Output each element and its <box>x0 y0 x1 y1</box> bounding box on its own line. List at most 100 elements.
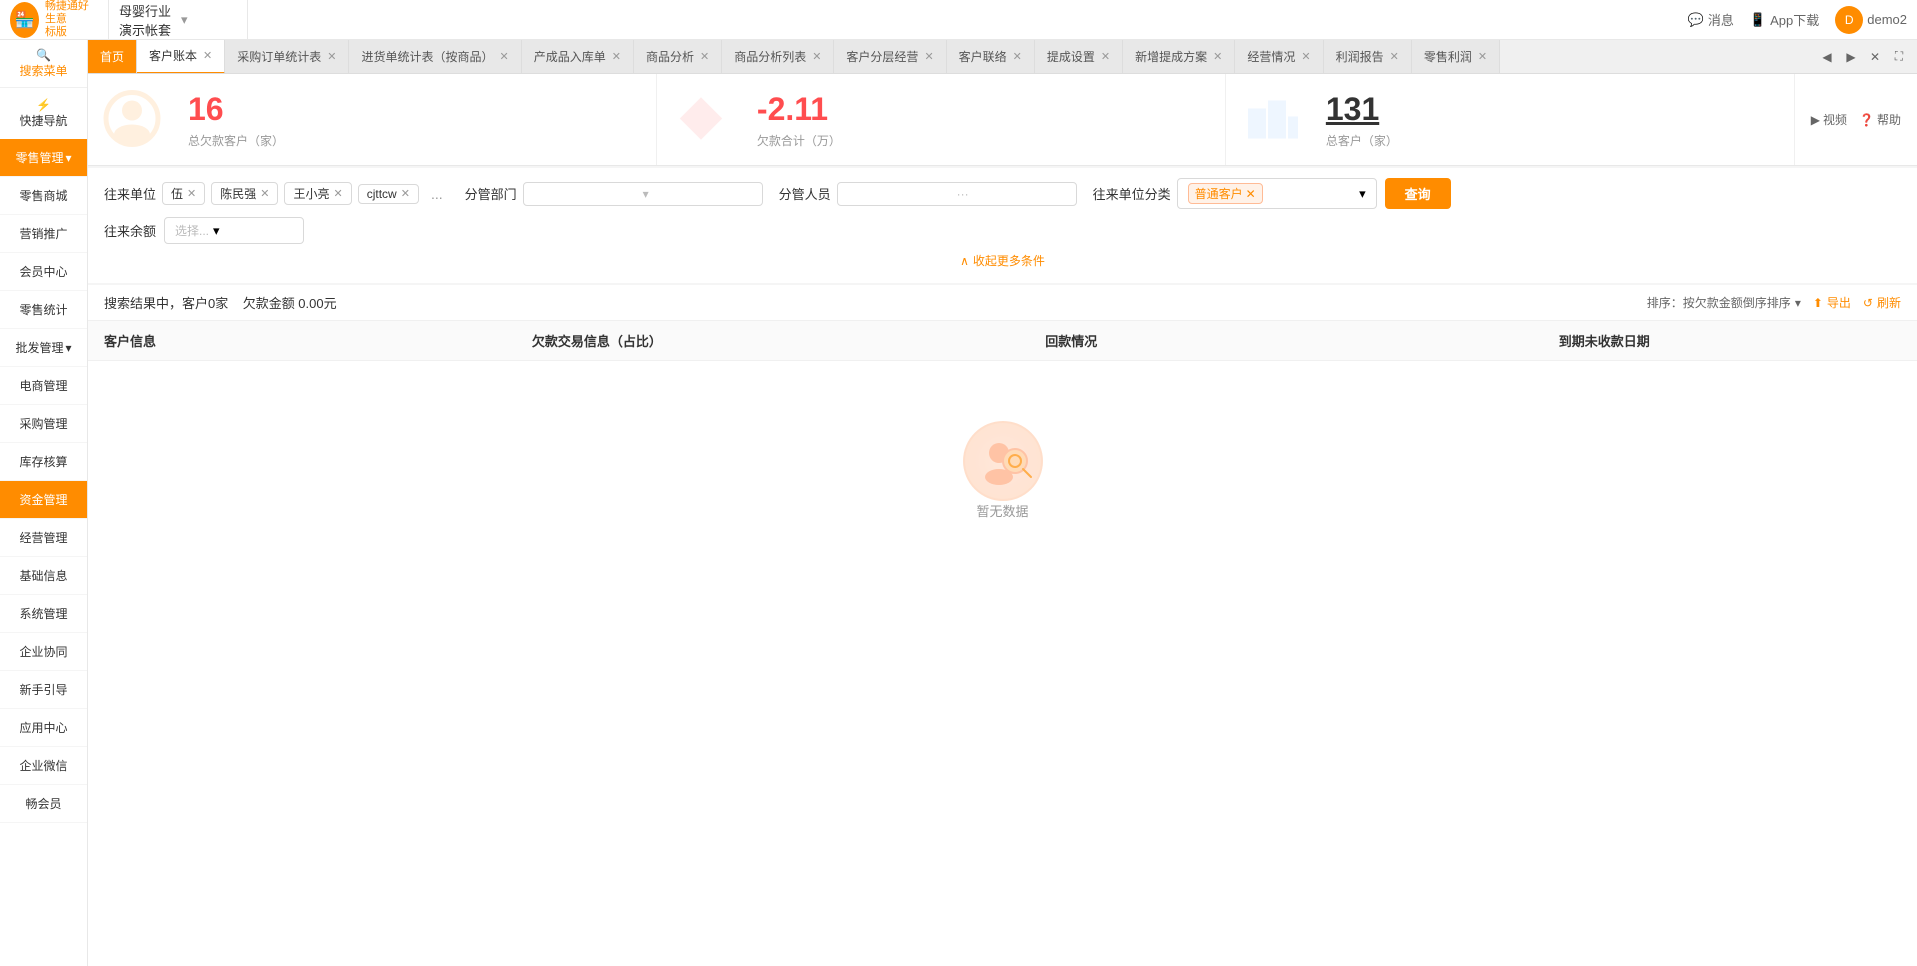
results-actions: 排序：按欠款金额倒序排序 ▾ ⬆ 导出 ↺ 刷新 <box>1647 294 1901 311</box>
tab-product-analysis-list[interactable]: 商品分析列表 ✕ <box>722 40 834 74</box>
tab-close-retail-profit[interactable]: ✕ <box>1478 50 1487 63</box>
sort-button[interactable]: 排序：按欠款金额倒序排序 ▾ <box>1647 294 1801 311</box>
filter-more-tags[interactable]: ... <box>425 184 449 204</box>
tab-retail-profit[interactable]: 零售利润 ✕ <box>1412 40 1500 74</box>
branch-dept-filter: 分管部门 ▾ <box>465 182 763 206</box>
remove-tag-wang[interactable]: ✕ <box>334 187 343 200</box>
tab-product-analysis[interactable]: 商品分析 ✕ <box>634 40 722 74</box>
branch-dept-select[interactable]: ▾ <box>523 182 763 206</box>
help-button[interactable]: ❓ 帮助 <box>1859 111 1901 128</box>
mobile-icon: 📱 <box>1750 12 1766 28</box>
filter-row-2: 往来余额 选择... ▾ <box>104 217 1901 244</box>
filter-tag-cjttcw: cjttcw ✕ <box>358 184 419 204</box>
sidebar-quick-nav[interactable]: ⚡ 快捷导航 <box>0 88 87 139</box>
sidebar: 🔍 搜索菜单 ⚡ 快捷导航 零售管理 ▾ 零售商城 营销推广 会员中心 零售统计… <box>0 40 88 966</box>
sidebar-item-retail-mall[interactable]: 零售商城 <box>0 177 87 215</box>
tab-add-raise[interactable]: 新增提成方案 ✕ <box>1123 40 1235 74</box>
store-selector[interactable]: 母婴行业演示帐套 ▾ <box>108 0 248 44</box>
tab-close-business-status[interactable]: ✕ <box>1301 50 1310 63</box>
tab-customer-layer[interactable]: 客户分层经营 ✕ <box>834 40 946 74</box>
tab-inbound-stats[interactable]: 进货单统计表（按商品） ✕ <box>349 40 521 74</box>
table-header: 客户信息 欠款交易信息（占比） 回款情况 到期未收款日期 <box>88 321 1917 361</box>
sidebar-item-wholesale-mgmt[interactable]: 批发管理 ▾ <box>0 329 87 367</box>
branch-person-select[interactable]: ··· <box>837 182 1077 206</box>
tab-close-product-inbound[interactable]: ✕ <box>612 50 621 63</box>
page-content: 16 总欠款客户（家） ✕ -2.11 欠款合计（万） <box>88 74 1917 966</box>
tab-close-customer-contact[interactable]: ✕ <box>1013 50 1022 63</box>
sidebar-item-inventory[interactable]: 库存核算 <box>0 443 87 481</box>
export-button[interactable]: ⬆ 导出 <box>1813 294 1851 311</box>
tab-close-raise-settings[interactable]: ✕ <box>1101 50 1110 63</box>
top-header: 🏪 畅捷通好生意 标版 母婴行业演示帐套 ▾ 💬 消息 📱 App下载 D de… <box>0 0 1917 40</box>
sidebar-item-new-guide[interactable]: 新手引导 <box>0 671 87 709</box>
remove-category-tag[interactable]: ✕ <box>1246 187 1256 201</box>
partner-unit-filter: 往来单位 伍 ✕ 陈民强 ✕ 王小亮 ✕ <box>104 182 449 205</box>
sidebar-item-marketing[interactable]: 营销推广 <box>0 215 87 253</box>
sidebar-item-operations[interactable]: 经营管理 <box>0 519 87 557</box>
sidebar-item-app-center[interactable]: 应用中心 <box>0 709 87 747</box>
app-download-button[interactable]: 📱 App下载 <box>1750 10 1819 29</box>
tab-home[interactable]: 首页 <box>88 40 137 74</box>
tab-expand-button[interactable]: ⛶ <box>1889 47 1909 67</box>
tab-customer-contact[interactable]: 客户联络 ✕ <box>947 40 1035 74</box>
data-table: 客户信息 欠款交易信息（占比） 回款情况 到期未收款日期 <box>88 321 1917 966</box>
remove-tag-wu[interactable]: ✕ <box>187 187 196 200</box>
sidebar-item-sys-mgmt[interactable]: 系统管理 <box>0 595 87 633</box>
chevron-down-icon: ▾ <box>213 223 220 239</box>
tab-business-status[interactable]: 经营情况 ✕ <box>1235 40 1323 74</box>
svg-text:✕: ✕ <box>693 106 708 126</box>
tab-close-product-analysis-list[interactable]: ✕ <box>812 50 821 63</box>
remove-tag-chen[interactable]: ✕ <box>260 187 269 200</box>
partner-category-select[interactable]: 普通客户 ✕ ▾ <box>1177 178 1377 209</box>
sidebar-item-enterprise-wechat[interactable]: 企业微信 <box>0 747 87 785</box>
tab-next-button[interactable]: ▶ <box>1841 47 1861 67</box>
tab-prev-button[interactable]: ◀ <box>1817 47 1837 67</box>
tab-close-all-button[interactable]: ✕ <box>1865 47 1885 67</box>
user-menu[interactable]: D demo2 <box>1835 6 1907 34</box>
balance-select[interactable]: 选择... ▾ <box>164 217 304 244</box>
tab-customer-accounts[interactable]: 客户账本 ✕ <box>137 40 225 74</box>
collapse-button[interactable]: ∧ 收起更多条件 <box>948 248 1057 273</box>
stat-total-debt: ✕ -2.11 欠款合计（万） <box>657 74 1226 165</box>
filter-tag-wu: 伍 ✕ <box>162 182 205 205</box>
message-button[interactable]: 💬 消息 <box>1688 10 1734 29</box>
tab-close-product-analysis[interactable]: ✕ <box>700 50 709 63</box>
more-options-icon[interactable]: ··· <box>953 187 1066 201</box>
tab-profit-report[interactable]: 利润报告 ✕ <box>1324 40 1412 74</box>
sidebar-item-ecommerce[interactable]: 电商管理 <box>0 367 87 405</box>
sidebar-item-purchase[interactable]: 采购管理 <box>0 405 87 443</box>
tab-close-customer-accounts[interactable]: ✕ <box>203 49 212 62</box>
tab-product-inbound[interactable]: 产成品入库单 ✕ <box>522 40 634 74</box>
collapse-row: ∧ 收起更多条件 <box>104 248 1901 273</box>
tab-controls: ◀ ▶ ✕ ⛶ <box>1809 47 1917 67</box>
remove-tag-cjttcw[interactable]: ✕ <box>401 187 410 200</box>
tab-close-add-raise[interactable]: ✕ <box>1213 50 1222 63</box>
tab-close-customer-layer[interactable]: ✕ <box>924 50 933 63</box>
tab-raise-settings[interactable]: 提成设置 ✕ <box>1035 40 1123 74</box>
sidebar-item-finance[interactable]: 资金管理 <box>0 481 87 519</box>
sidebar-search[interactable]: 🔍 搜索菜单 <box>0 40 87 88</box>
chevron-down-icon: ▾ <box>1359 186 1366 202</box>
sidebar-item-retail-mgmt[interactable]: 零售管理 ▾ <box>0 139 87 177</box>
sidebar-item-enterprise[interactable]: 企业协同 <box>0 633 87 671</box>
tab-close-purchase-order[interactable]: ✕ <box>327 50 336 63</box>
partner-category-filter: 往来单位分类 普通客户 ✕ ▾ <box>1093 178 1377 209</box>
empty-text: 暂无数据 <box>976 501 1028 520</box>
sidebar-item-retail-stats[interactable]: 零售统计 <box>0 291 87 329</box>
chevron-up-icon: ∧ <box>960 254 969 268</box>
filter-area: 往来单位 伍 ✕ 陈民强 ✕ 王小亮 ✕ <box>88 168 1917 283</box>
tab-close-profit-report[interactable]: ✕ <box>1390 50 1399 63</box>
query-button[interactable]: 查询 <box>1385 178 1451 209</box>
sidebar-item-vip[interactable]: 畅会员 <box>0 785 87 823</box>
sidebar-item-basic-info[interactable]: 基础信息 <box>0 557 87 595</box>
col-due-date: 到期未收款日期 <box>1559 331 1901 350</box>
filter-tag-wang: 王小亮 ✕ <box>284 182 351 205</box>
refresh-button[interactable]: ↺ 刷新 <box>1863 294 1901 311</box>
main-layout: 🔍 搜索菜单 ⚡ 快捷导航 零售管理 ▾ 零售商城 营销推广 会员中心 零售统计… <box>0 40 1917 966</box>
tab-close-inbound[interactable]: ✕ <box>500 50 509 63</box>
sidebar-item-member-center[interactable]: 会员中心 <box>0 253 87 291</box>
video-help-area: ▶ 视频 ❓ 帮助 <box>1795 74 1917 165</box>
video-button[interactable]: ▶ 视频 <box>1811 111 1847 128</box>
tab-purchase-order-stats[interactable]: 采购订单统计表 ✕ <box>225 40 349 74</box>
empty-illustration <box>963 421 1043 501</box>
